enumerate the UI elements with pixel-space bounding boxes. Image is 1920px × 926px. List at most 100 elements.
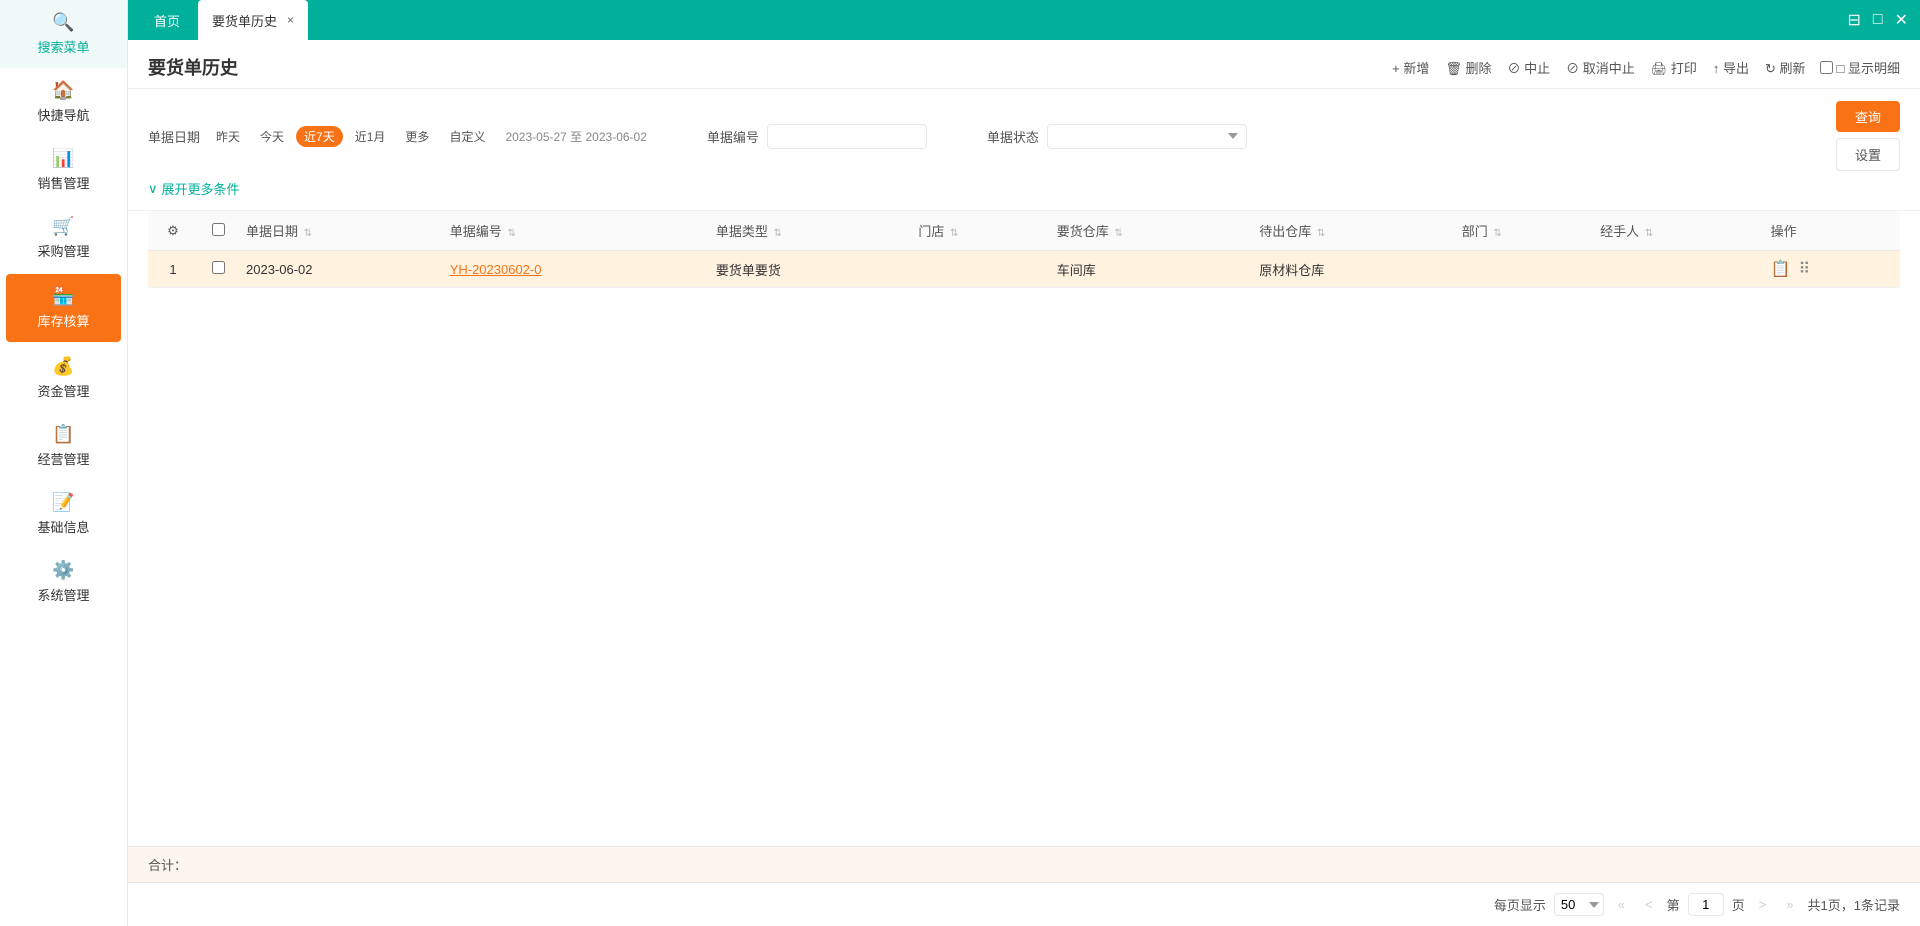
th-doc-type[interactable]: 单据类型 ⇅ [708, 211, 911, 251]
page-title: 要货单历史 [148, 54, 238, 80]
filter-area: 单据日期 昨天 今天 近7天 近1月 更多 自定义 2023-05-27 至 2… [128, 89, 1920, 211]
new-button[interactable]: + 新增 [1390, 58, 1431, 77]
sidebar-item-label: 销售管理 [37, 173, 89, 192]
data-table: ⚙ 单据日期 ⇅ 单据编号 ⇅ [148, 211, 1900, 288]
tab-active-label: 要货单历史 [212, 11, 277, 30]
sidebar-item-quicknav[interactable]: 🏠 快捷导航 [0, 68, 127, 136]
sidebar-item-purchase[interactable]: 🛒 采购管理 [0, 204, 127, 272]
maximize-icon[interactable]: □ [1873, 11, 1883, 29]
date-pill-custom[interactable]: 自定义 [441, 126, 493, 147]
last-page-btn[interactable]: » [1780, 895, 1799, 914]
row-edit-icon[interactable]: 📋 [1771, 259, 1791, 279]
display-detail-toggle[interactable]: □ 显示明细 [1820, 58, 1900, 77]
sidebar-item-sales[interactable]: 📊 销售管理 [0, 136, 127, 204]
stop-button[interactable]: ⊘ 中止 [1506, 58, 1553, 77]
tab-close-icon[interactable]: × [287, 13, 294, 27]
date-pill-7days[interactable]: 近7天 [296, 126, 343, 147]
th-operation: 操作 [1763, 211, 1900, 251]
cell-num: 1 [148, 251, 198, 288]
refresh-label: ↻ 刷新 [1765, 58, 1806, 77]
refresh-button[interactable]: ↻ 刷新 [1763, 58, 1808, 77]
sum-label: 合计： [148, 858, 187, 873]
th-pending-warehouse[interactable]: 待出仓库 ⇅ [1251, 211, 1454, 251]
display-detail-checkbox[interactable] [1820, 61, 1833, 74]
doc-status-select[interactable] [1047, 124, 1247, 149]
sidebar-item-finance[interactable]: 💰 资金管理 [0, 344, 127, 412]
date-pill-more[interactable]: 更多 [397, 126, 437, 147]
cell-req-warehouse: 车间库 [1049, 251, 1252, 288]
expand-more-btn[interactable]: ∨ 展开更多条件 [148, 179, 1900, 198]
minimize-icon[interactable]: ⊟ [1848, 10, 1861, 30]
date-pill-1month[interactable]: 近1月 [347, 126, 394, 147]
toolbar: + 新增 🗑 删除 ⊘ 中止 ⊘ 取消中止 🖨 打印 ↑ 导出 [1390, 58, 1900, 77]
inventory-icon: 🏪 [52, 286, 74, 307]
prev-page-btn[interactable]: < [1639, 895, 1659, 914]
sidebar-item-label: 系统管理 [37, 585, 89, 604]
page-header: 要货单历史 + 新增 🗑 删除 ⊘ 中止 ⊘ 取消中止 🖨 打印 [128, 40, 1920, 89]
cell-doc-date: 2023-06-02 [238, 251, 442, 288]
filter-date-group: 单据日期 昨天 今天 近7天 近1月 更多 自定义 2023-05-27 至 2… [148, 126, 647, 147]
sort-req-warehouse-icon[interactable]: ⇅ [1114, 228, 1122, 239]
sort-store-icon[interactable]: ⇅ [950, 228, 958, 239]
row-more-icon[interactable]: ⠿ [1798, 259, 1810, 279]
th-handler[interactable]: 经手人 ⇅ [1592, 211, 1762, 251]
th-store[interactable]: 门店 ⇅ [910, 211, 1048, 251]
sort-doc-num-icon[interactable]: ⇅ [507, 228, 515, 239]
sidebar-item-basicinfo[interactable]: 📝 基础信息 [0, 480, 127, 548]
sort-doc-type-icon[interactable]: ⇅ [773, 228, 781, 239]
sort-handler-icon[interactable]: ⇅ [1645, 228, 1653, 239]
cell-doc-type: 要货单要货 [708, 251, 911, 288]
next-page-btn[interactable]: > [1753, 895, 1773, 914]
row-operations: 📋 ⠿ [1771, 259, 1892, 279]
export-label: ↑ 导出 [1713, 58, 1749, 77]
page-size-select[interactable]: 10 20 50 100 [1554, 893, 1604, 916]
chevron-down-icon: ∨ [148, 181, 158, 197]
finance-icon: 💰 [52, 356, 74, 377]
sort-doc-date-icon[interactable]: ⇅ [304, 228, 312, 239]
th-doc-date[interactable]: 单据日期 ⇅ [238, 211, 442, 251]
cancel-stop-button[interactable]: ⊘ 取消中止 [1564, 58, 1637, 77]
total-records: 共1页，1条记录 [1808, 895, 1900, 914]
sales-icon: 📊 [52, 148, 74, 169]
print-label: 🖨 打印 [1651, 58, 1697, 77]
cell-department [1454, 251, 1592, 288]
footer-sum: 合计： [128, 846, 1920, 882]
sort-department-icon[interactable]: ⇅ [1493, 228, 1501, 239]
tab-home[interactable]: 首页 [140, 0, 194, 40]
first-page-btn[interactable]: « [1612, 895, 1631, 914]
filter-docnum-group: 单据编号 [707, 124, 927, 149]
date-pill-today[interactable]: 今天 [252, 126, 292, 147]
cell-operation: 📋 ⠿ [1763, 251, 1900, 288]
pagination: 每页显示 10 20 50 100 « < 第 页 > » 共1页，1条记录 [128, 882, 1920, 926]
sidebar-item-label: 搜索菜单 [37, 37, 89, 56]
sidebar-item-label: 经营管理 [37, 449, 89, 468]
system-icon: ⚙️ [52, 560, 74, 581]
sidebar-item-operations[interactable]: 📋 经营管理 [0, 412, 127, 480]
select-all-checkbox[interactable] [212, 223, 225, 236]
row-checkbox[interactable] [212, 261, 225, 274]
th-department[interactable]: 部门 ⇅ [1454, 211, 1592, 251]
doc-number-input[interactable] [767, 124, 927, 149]
sidebar-item-search[interactable]: 🔍 搜索菜单 [0, 0, 127, 68]
tab-active[interactable]: 要货单历史 × [198, 0, 308, 40]
date-pill-yesterday[interactable]: 昨天 [208, 126, 248, 147]
export-button[interactable]: ↑ 导出 [1711, 58, 1751, 77]
sidebar-item-inventory[interactable]: 🏪 库存核算 [6, 274, 121, 342]
topbar: 首页 要货单历史 × ⊟ □ ✕ [128, 0, 1920, 40]
sidebar-item-system[interactable]: ⚙️ 系统管理 [0, 548, 127, 616]
close-window-icon[interactable]: ✕ [1895, 10, 1908, 30]
th-req-warehouse[interactable]: 要货仓库 ⇅ [1049, 211, 1252, 251]
expand-more-label: 展开更多条件 [162, 179, 240, 198]
delete-label: 🗑 删除 [1445, 58, 1491, 77]
filter-settings-button[interactable]: 设置 [1836, 138, 1900, 171]
delete-button[interactable]: 🗑 删除 [1443, 58, 1493, 77]
doc-num-link[interactable]: YH-20230602-0 [450, 262, 542, 277]
cell-store [910, 251, 1048, 288]
sort-pending-warehouse-icon[interactable]: ⇅ [1317, 228, 1325, 239]
page-number-input[interactable] [1688, 893, 1724, 916]
print-button[interactable]: 🖨 打印 [1649, 58, 1699, 77]
th-doc-num[interactable]: 单据编号 ⇅ [442, 211, 708, 251]
th-settings[interactable]: ⚙ [148, 211, 198, 251]
query-button[interactable]: 查询 [1836, 101, 1900, 132]
date-filter-label: 单据日期 [148, 127, 200, 146]
